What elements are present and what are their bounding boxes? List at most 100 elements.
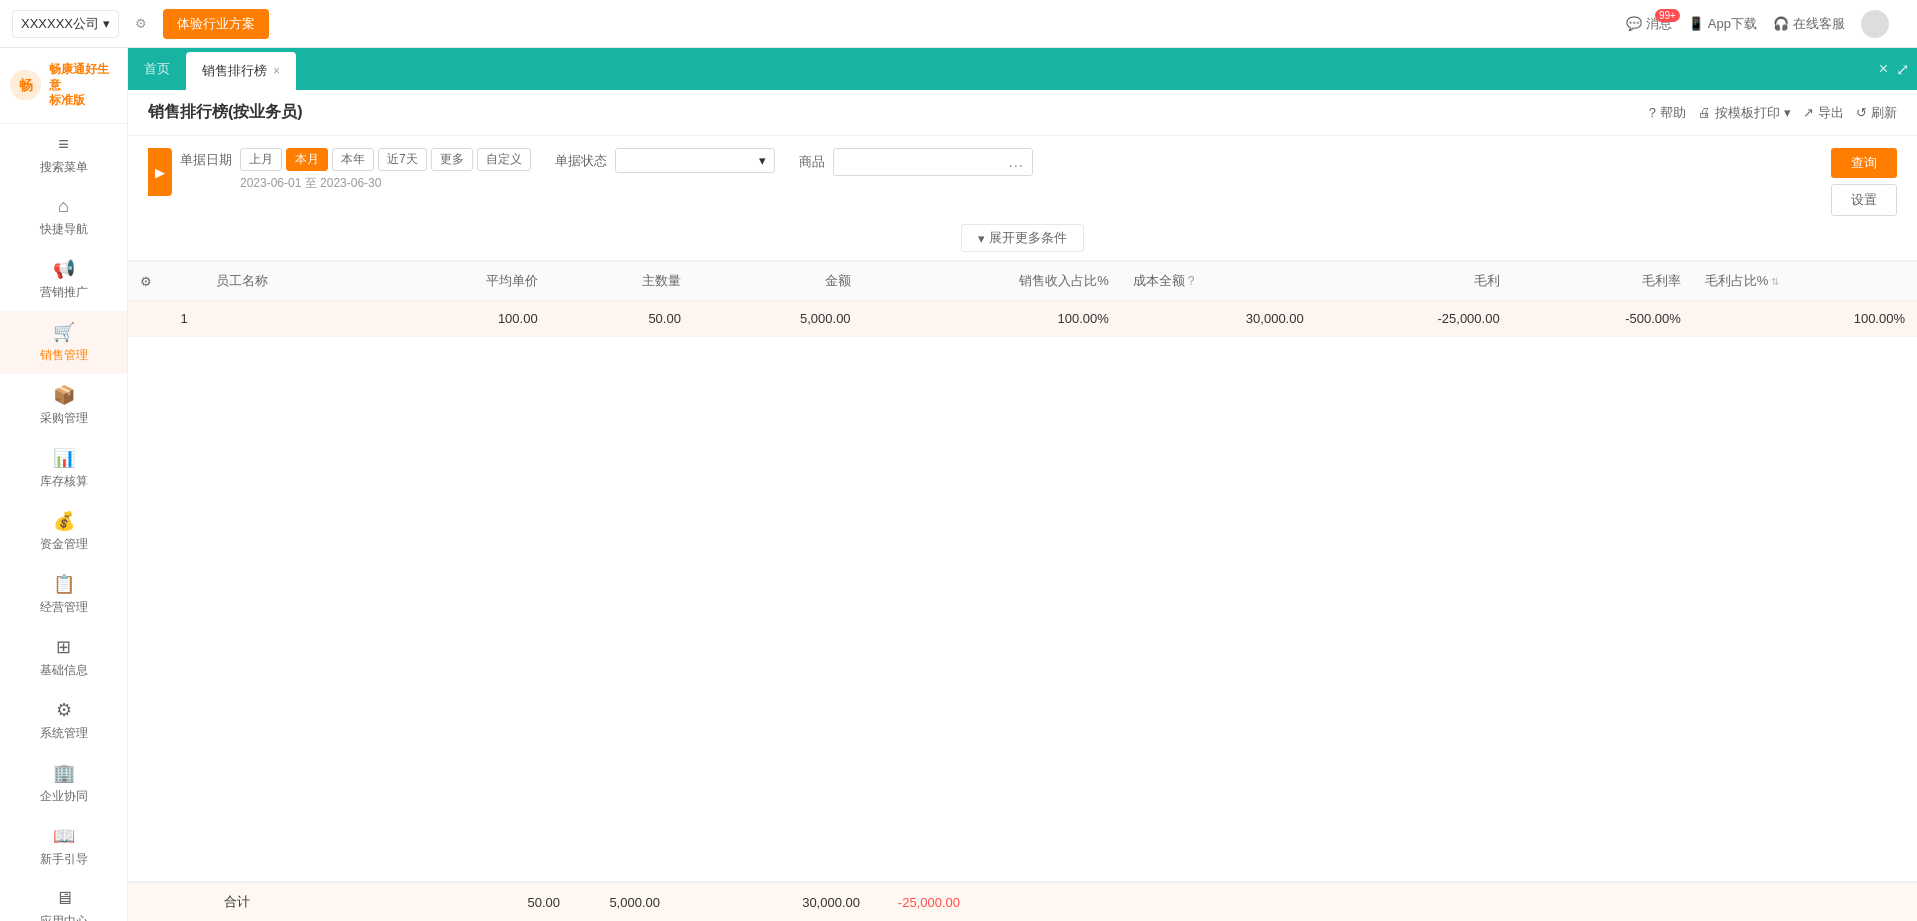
tab-bar-actions: × ⤢ [1879, 60, 1917, 79]
date-btn-last-month[interactable]: 上月 [240, 148, 282, 171]
query-button[interactable]: 查询 [1831, 148, 1897, 178]
user-avatar[interactable] [1861, 10, 1889, 38]
sidebar-item-purchase[interactable]: 📦 采购管理 [0, 374, 127, 437]
th-main-qty: 主数量 [550, 262, 693, 301]
filter-main-row: ▶ 单据日期 上月 本月 本年 近7天 更多 [148, 148, 1897, 216]
status-select[interactable]: ▾ [615, 148, 775, 173]
sidebar-item-basic-info[interactable]: ⊞ 基础信息 [0, 626, 127, 689]
sidebar-label-sales: 销售管理 [40, 347, 88, 364]
sidebar-item-app-center[interactable]: 🖥 应用中心 [0, 878, 127, 921]
th-gross-pct: 毛利占比% ⇅ [1693, 262, 1917, 301]
tab-sales-rank[interactable]: 销售排行榜 × [186, 52, 296, 90]
table-settings-icon: ⚙ [140, 274, 152, 289]
date-btn-last-7days[interactable]: 近7天 [378, 148, 427, 171]
sidebar-label-purchase: 采购管理 [40, 410, 88, 427]
date-btn-this-year[interactable]: 本年 [332, 148, 374, 171]
page-actions: ? 帮助 🖨 按模板打印 ▾ ↗ 导出 ↺ [1649, 104, 1897, 122]
sidebar-item-quick-nav[interactable]: ⌂ 快捷导航 [0, 186, 127, 248]
sidebar-item-sales[interactable]: 🛒 销售管理 [0, 311, 127, 374]
sidebar-label-basic: 基础信息 [40, 662, 88, 679]
search-menu-icon: ≡ [58, 134, 69, 155]
goods-select[interactable]: … [833, 148, 1033, 176]
sidebar-item-finance[interactable]: 💰 资金管理 [0, 500, 127, 563]
sidebar-label-quick: 快捷导航 [40, 221, 88, 238]
message-badge: 99+ [1655, 9, 1680, 22]
table-row: 1 100.00 50.00 5,000.00 100.00% 30,000.0… [128, 301, 1917, 337]
template-print-button[interactable]: 🖨 按模板打印 ▾ [1698, 104, 1791, 122]
data-table: ⚙ 员工名称 平均单价 主数量 [128, 261, 1917, 337]
app-download-btn[interactable]: 📱 App下载 [1688, 15, 1757, 33]
footer-main-qty: 50.00 [492, 895, 572, 910]
building-icon: 🏢 [53, 762, 75, 784]
tab-close-icon[interactable]: × [273, 64, 280, 78]
help-button[interactable]: ? 帮助 [1649, 104, 1686, 122]
date-btn-more[interactable]: 更多 [431, 148, 473, 171]
cell-employee [204, 301, 377, 337]
sidebar-label-guide: 新手引导 [40, 851, 88, 868]
sidebar-item-enterprise[interactable]: 🏢 企业协同 [0, 752, 127, 815]
expand-more-label: 展开更多条件 [989, 229, 1067, 247]
cell-gross-rate: -500.00% [1512, 301, 1693, 337]
th-settings[interactable]: ⚙ [128, 262, 164, 301]
tab-home-label: 首页 [144, 60, 170, 78]
date-label: 单据日期 [180, 151, 232, 169]
megaphone-icon: 📢 [53, 258, 75, 280]
date-range-display: 2023-06-01 至 2023-06-30 [240, 176, 381, 190]
tab-home[interactable]: 首页 [128, 48, 186, 90]
chevron-down-icon: ▾ [103, 16, 110, 31]
sidebar-item-inventory[interactable]: 📊 库存核算 [0, 437, 127, 500]
trial-button[interactable]: 体验行业方案 [163, 9, 269, 39]
filter-actions: 查询 设置 [1831, 148, 1897, 216]
date-btn-custom[interactable]: 自定义 [477, 148, 531, 171]
body-area: 畅 畅康通好生意 标准版 ≡ 搜索菜单 ⌂ 快捷导航 📢 营销推广 🛒 [0, 48, 1917, 921]
expand-more-button[interactable]: ▾ 展开更多条件 [961, 224, 1084, 252]
refresh-button[interactable]: ↺ 刷新 [1856, 104, 1897, 122]
th-gross-rate: 毛利率 [1512, 262, 1693, 301]
scroll-arrow[interactable]: ▶ [148, 148, 172, 196]
top-bar: XXXXXX公司 ▾ ⚙ 体验行业方案 💬 消息 99+ 📱 App下载 🎧 在… [0, 0, 1917, 48]
cost-help-icon[interactable]: ? [1188, 274, 1195, 288]
sidebar-item-marketing[interactable]: 📢 营销推广 [0, 248, 127, 311]
sidebar-label-system: 系统管理 [40, 725, 88, 742]
cell-amount: 5,000.00 [693, 301, 863, 337]
svg-text:畅: 畅 [19, 78, 33, 93]
th-rank [164, 262, 204, 301]
chart-icon: 📊 [53, 447, 75, 469]
sidebar-label-ops: 经营管理 [40, 599, 88, 616]
goods-label: 商品 [799, 153, 825, 171]
app-download-label: App下载 [1708, 15, 1757, 33]
goods-filter-group: 商品 … [799, 148, 1033, 176]
top-bar-left: XXXXXX公司 ▾ ⚙ 体验行业方案 [12, 9, 269, 39]
sidebar-item-search-order[interactable]: ≡ 搜索菜单 [0, 124, 127, 186]
cell-settings [128, 301, 164, 337]
cell-sales-pct: 100.00% [863, 301, 1121, 337]
sidebar-item-operations[interactable]: 📋 经营管理 [0, 563, 127, 626]
cell-main-qty: 50.00 [550, 301, 693, 337]
sidebar-item-system[interactable]: ⚙ 系统管理 [0, 689, 127, 752]
sidebar-label-app: 应用中心 [40, 913, 88, 921]
top-settings-icon[interactable]: ⚙ [127, 10, 155, 38]
export-button[interactable]: ↗ 导出 [1803, 104, 1844, 122]
clipboard-icon: 📋 [53, 573, 75, 595]
date-filter-group: ▶ 单据日期 上月 本月 本年 近7天 更多 [148, 148, 531, 196]
gross-pct-sort-icon[interactable]: ⇅ [1771, 276, 1779, 287]
date-btn-this-month[interactable]: 本月 [286, 148, 328, 171]
expand-more-row: ▾ 展开更多条件 [148, 216, 1897, 252]
goods-more-icon[interactable]: … [1008, 153, 1024, 171]
export-icon: ↗ [1803, 105, 1814, 120]
sidebar-item-guide[interactable]: 📖 新手引导 [0, 815, 127, 878]
money-icon: 💰 [53, 510, 75, 532]
footer-total-row: 合计 50.00 5,000.00 30,000.00 -25,000.00 [140, 893, 1905, 911]
company-selector[interactable]: XXXXXX公司 ▾ [12, 10, 119, 38]
cell-cost-amount: 30,000.00 [1121, 301, 1316, 337]
footer-cost: 30,000.00 [772, 895, 872, 910]
message-area[interactable]: 💬 消息 99+ [1626, 15, 1672, 33]
sidebar-label-enterprise: 企业协同 [40, 788, 88, 805]
filter-settings-button[interactable]: 设置 [1831, 184, 1897, 216]
status-filter-group: 单据状态 ▾ [555, 148, 775, 173]
refresh-icon: ↺ [1856, 105, 1867, 120]
online-service-btn[interactable]: 🎧 在线客服 [1773, 15, 1845, 33]
question-circle-icon: ? [1649, 105, 1656, 120]
close-window-icon[interactable]: × [1879, 60, 1888, 78]
maximize-icon[interactable]: ⤢ [1896, 60, 1909, 79]
